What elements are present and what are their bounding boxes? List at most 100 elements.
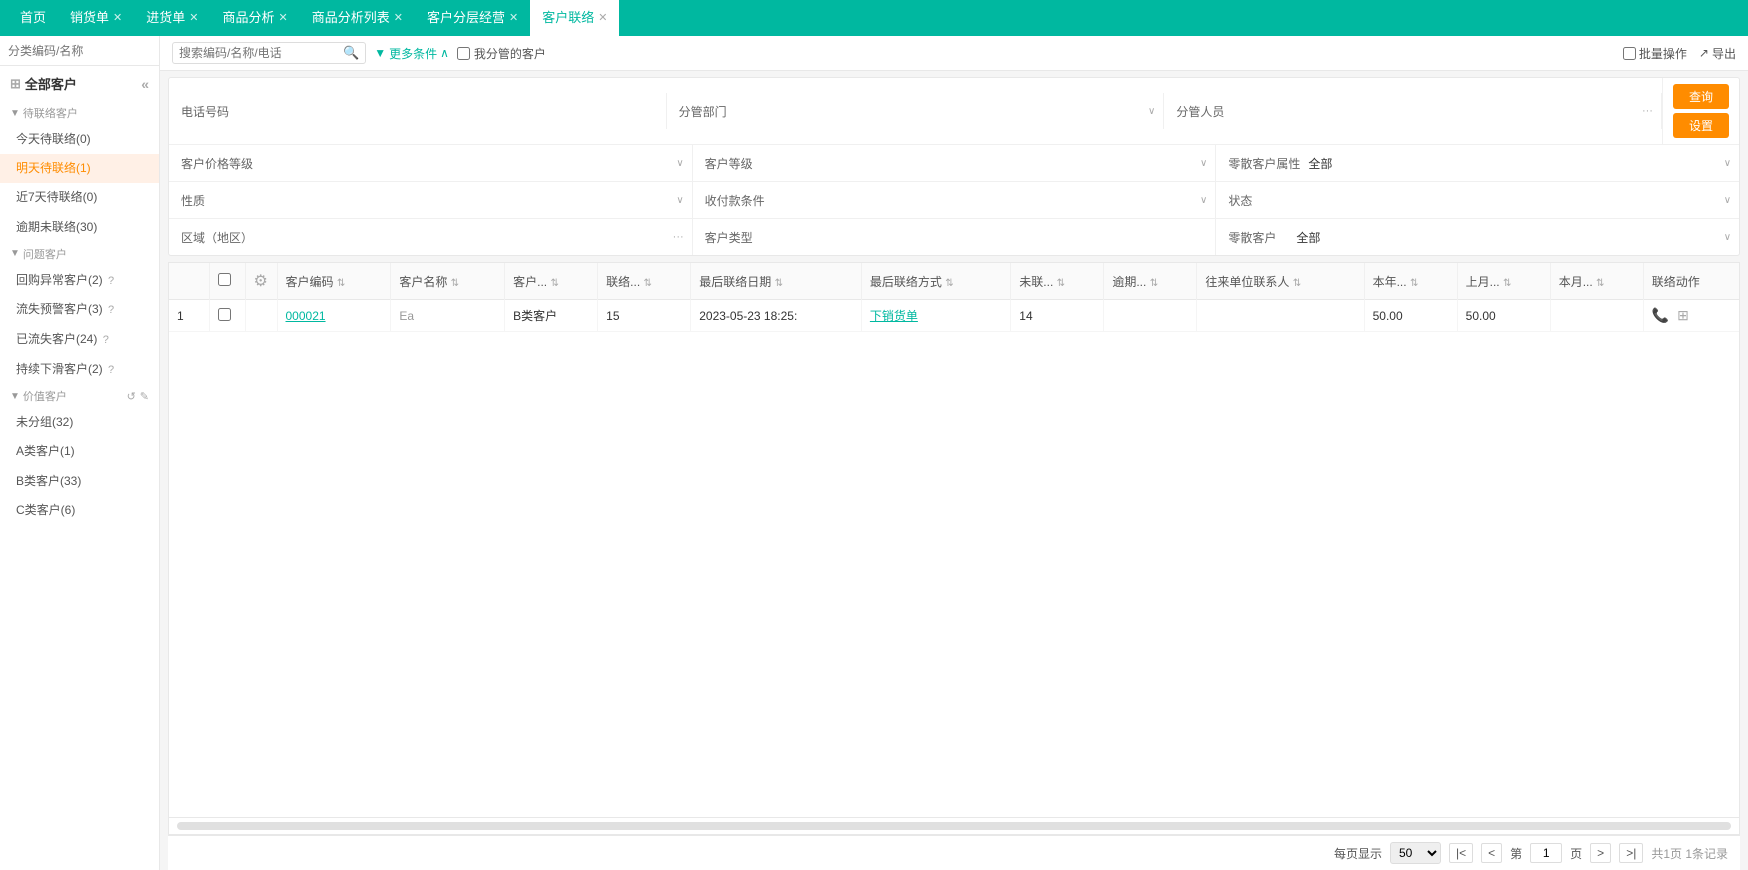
reset-btn[interactable]: 设置 bbox=[1673, 113, 1729, 138]
tip-icon-lost: ? bbox=[103, 334, 109, 346]
batch-op-check[interactable] bbox=[1623, 47, 1636, 60]
nav-customer-contact-close[interactable]: ✕ bbox=[598, 0, 607, 36]
filter-retail-attr: 零散客户属性 全部 ∨ bbox=[1216, 145, 1739, 181]
more-conditions-btn[interactable]: ▼ 更多条件 ∧ bbox=[374, 45, 449, 62]
sidebar: 🔍 ⊞ 全部客户 « ▼ 待联络客户 今天待联络(0) 明天待联络(1) 近7天… bbox=[0, 36, 160, 870]
batch-op-btn[interactable]: 批量操作 bbox=[1623, 45, 1687, 62]
sidebar-all-customers[interactable]: ⊞ 全部客户 « bbox=[0, 66, 159, 101]
tri-icon-2: ▼ bbox=[10, 248, 20, 259]
table-area: ⚙ 客户编码 ⇅ 客户名称 ⇅ 客户... ⇅ bbox=[168, 262, 1740, 818]
nav-analysis-list[interactable]: 商品分析列表 ✕ bbox=[300, 0, 415, 36]
value-refresh-icon[interactable]: ↺ bbox=[127, 390, 136, 403]
sidebar-collapse-btn[interactable]: « bbox=[141, 76, 149, 92]
sidebar-search-container: 🔍 bbox=[0, 36, 159, 66]
search-icon-btn[interactable]: 🔍 bbox=[343, 45, 359, 61]
sidebar-item-lost-risk[interactable]: 流失预警客户(3) ? bbox=[0, 295, 159, 325]
sort-unit-contact[interactable]: ⇅ bbox=[1293, 278, 1301, 289]
th-no-contact: 未联... ⇅ bbox=[1011, 263, 1104, 300]
th-unit-contact: 往来单位联系人 ⇅ bbox=[1197, 263, 1364, 300]
customer-code-link[interactable]: 000021 bbox=[286, 309, 326, 323]
filter-phone: 电话号码 bbox=[169, 93, 667, 129]
filter-retail-cust-dropdown[interactable]: ∨ bbox=[1724, 232, 1731, 243]
search-input[interactable] bbox=[179, 46, 339, 60]
sort-this-year[interactable]: ⇅ bbox=[1410, 278, 1418, 289]
sidebar-item-tomorrow[interactable]: 明天待联络(1) bbox=[0, 154, 159, 183]
sidebar-item-7days[interactable]: 近7天待联络(0) bbox=[0, 183, 159, 212]
action-more-icon[interactable]: ⊞ bbox=[1677, 307, 1689, 324]
first-page-btn[interactable]: |< bbox=[1449, 843, 1473, 863]
filter-cust-type-label: 客户类型 bbox=[705, 229, 765, 246]
nav-analysis-close[interactable]: ✕ bbox=[279, 0, 288, 36]
next-page-btn[interactable]: > bbox=[1590, 843, 1611, 863]
sidebar-item-overdue[interactable]: 逾期未联络(30) bbox=[0, 213, 159, 242]
sidebar-item-repurchase[interactable]: 回购异常客户(2) ? bbox=[0, 266, 159, 296]
nav-analysis-list-close[interactable]: ✕ bbox=[394, 0, 403, 36]
action-phone-icon[interactable]: 📞 bbox=[1652, 307, 1669, 324]
nav-purchase-close[interactable]: ✕ bbox=[189, 0, 198, 36]
my-customers-check[interactable] bbox=[457, 47, 470, 60]
filter-retail-attr-dropdown[interactable]: ∨ bbox=[1724, 158, 1731, 169]
table-gear-icon[interactable]: ⚙ bbox=[254, 273, 268, 290]
sort-this-month[interactable]: ⇅ bbox=[1596, 278, 1604, 289]
sidebar-item-class-a[interactable]: A类客户(1) bbox=[0, 437, 159, 466]
nav-customer-contact[interactable]: 客户联络 ✕ bbox=[530, 0, 619, 36]
sort-customer-type[interactable]: ⇅ bbox=[550, 278, 558, 289]
nav-sales-close[interactable]: ✕ bbox=[113, 0, 122, 36]
data-table: ⚙ 客户编码 ⇅ 客户名称 ⇅ 客户... ⇅ bbox=[169, 263, 1739, 332]
export-btn[interactable]: ↗ 导出 bbox=[1699, 45, 1736, 62]
page-size-select[interactable]: 50 100 200 bbox=[1390, 842, 1441, 864]
filter-retail-cust-value: 全部 bbox=[1296, 229, 1320, 246]
nav-sales[interactable]: 销货单 ✕ bbox=[58, 0, 134, 36]
sort-contact-count[interactable]: ⇅ bbox=[644, 278, 652, 289]
sort-customer-code[interactable]: ⇅ bbox=[337, 278, 345, 289]
sidebar-item-ungrouped[interactable]: 未分组(32) bbox=[0, 408, 159, 437]
query-btn[interactable]: 查询 bbox=[1673, 84, 1729, 109]
last-contact-method-link[interactable]: 下销货单 bbox=[870, 309, 918, 323]
filter-dept-dropdown[interactable]: ∨ bbox=[1148, 106, 1155, 117]
filter-payment-dropdown[interactable]: ∨ bbox=[1200, 195, 1207, 206]
select-all-checkbox[interactable] bbox=[218, 273, 231, 286]
page-size-label: 每页显示 bbox=[1334, 845, 1382, 862]
sort-no-contact[interactable]: ⇅ bbox=[1057, 278, 1065, 289]
page-unit: 页 bbox=[1570, 845, 1582, 862]
cell-unit-contact bbox=[1197, 300, 1364, 332]
my-customers-checkbox[interactable]: 我分管的客户 bbox=[457, 45, 546, 62]
value-edit-icon[interactable]: ✎ bbox=[140, 390, 149, 403]
filter-cust-grade-dropdown[interactable]: ∨ bbox=[1200, 158, 1207, 169]
filter-status-dropdown[interactable]: ∨ bbox=[1724, 195, 1731, 206]
filter-cust-grade: 客户等级 ∨ bbox=[693, 145, 1217, 181]
sidebar-group-problem[interactable]: ▼ 问题客户 bbox=[0, 242, 159, 266]
last-page-btn[interactable]: >| bbox=[1619, 843, 1643, 863]
sidebar-group-pending[interactable]: ▼ 待联络客户 bbox=[0, 101, 159, 125]
nav-analysis[interactable]: 商品分析 ✕ bbox=[210, 0, 299, 36]
sidebar-item-continuous-drop[interactable]: 持续下滑客户(2) ? bbox=[0, 355, 159, 385]
sidebar-item-today[interactable]: 今天待联络(0) bbox=[0, 125, 159, 154]
page-number-input[interactable] bbox=[1530, 843, 1562, 863]
toolbar-right: 批量操作 ↗ 导出 bbox=[1623, 45, 1736, 62]
tip-icon-drop: ? bbox=[108, 364, 114, 376]
nav-home[interactable]: 首页 bbox=[8, 0, 58, 36]
sidebar-search-input[interactable] bbox=[8, 44, 160, 58]
sort-overdue[interactable]: ⇅ bbox=[1150, 278, 1158, 289]
sidebar-item-lost[interactable]: 已流失客户(24) ? bbox=[0, 325, 159, 355]
filter-phone-input[interactable] bbox=[249, 104, 654, 118]
sort-last-contact-method[interactable]: ⇅ bbox=[945, 278, 953, 289]
sort-customer-name[interactable]: ⇅ bbox=[451, 278, 459, 289]
prev-page-btn[interactable]: < bbox=[1481, 843, 1502, 863]
nav-purchase[interactable]: 进货单 ✕ bbox=[134, 0, 210, 36]
sort-last-month[interactable]: ⇅ bbox=[1503, 278, 1511, 289]
horizontal-scrollbar[interactable] bbox=[177, 822, 1731, 830]
sidebar-item-class-c[interactable]: C类客户(6) bbox=[0, 496, 159, 525]
filter-price-grade-dropdown[interactable]: ∨ bbox=[676, 158, 683, 169]
sidebar-group-value[interactable]: ▼ 价值客户 ↺ ✎ bbox=[0, 384, 159, 408]
nav-purchase-label: 进货单 bbox=[146, 0, 185, 36]
filter-manager-more[interactable]: ··· bbox=[1642, 105, 1653, 117]
sort-last-contact-date[interactable]: ⇅ bbox=[775, 278, 783, 289]
filter-nature-dropdown[interactable]: ∨ bbox=[676, 195, 683, 206]
sidebar-item-class-b[interactable]: B类客户(33) bbox=[0, 467, 159, 496]
nav-customer-tier[interactable]: 客户分层经营 ✕ bbox=[415, 0, 530, 36]
th-customer-type: 客户... ⇅ bbox=[505, 263, 598, 300]
filter-region-more[interactable]: ··· bbox=[673, 231, 684, 243]
nav-customer-tier-close[interactable]: ✕ bbox=[509, 0, 518, 36]
row-checkbox[interactable] bbox=[218, 308, 231, 321]
